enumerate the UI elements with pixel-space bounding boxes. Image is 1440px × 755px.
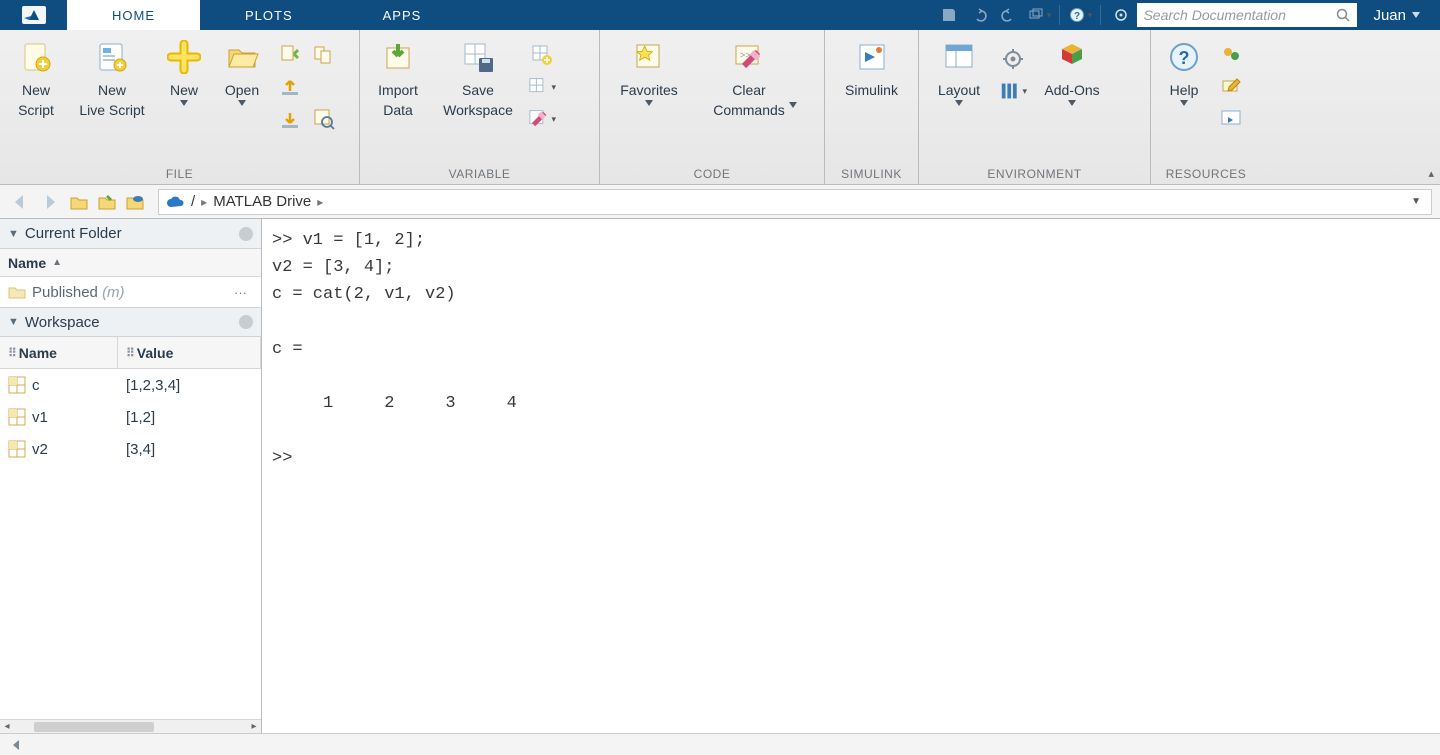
- cf-row-published[interactable]: Published (m) ···: [0, 277, 261, 307]
- find-files-icon[interactable]: [276, 42, 304, 68]
- target-icon[interactable]: [1107, 2, 1135, 28]
- switch-windows-icon[interactable]: ▾: [1025, 2, 1053, 28]
- title-bar: HOME PLOTS APPS ▾ ?▾ Juan: [0, 0, 1440, 30]
- tab-home[interactable]: HOME: [67, 0, 200, 30]
- ws-row[interactable]: v2 [3,4]: [0, 433, 261, 465]
- folder-icon: [8, 284, 26, 300]
- clear-workspace-icon[interactable]: ▾: [528, 106, 556, 132]
- current-folder-header[interactable]: ▼ Current Folder: [0, 219, 261, 249]
- search-icon: [1335, 7, 1351, 23]
- collapse-icon[interactable]: ▼: [8, 228, 19, 240]
- new-script-button[interactable]: New Script: [6, 40, 66, 121]
- matlab-app-icon: [0, 0, 67, 30]
- nav-cloud-folder-icon[interactable]: [124, 191, 146, 213]
- address-bar: / ▸ MATLAB Drive ▸ ▼: [0, 185, 1440, 219]
- ws-row[interactable]: v1 [1,2]: [0, 401, 261, 433]
- svg-text:?: ?: [1179, 48, 1190, 68]
- section-file-label: FILE: [6, 165, 353, 184]
- learn-icon[interactable]: [1217, 106, 1245, 132]
- current-folder-title: Current Folder: [25, 225, 233, 242]
- workspace-table: ⠿Name ⠿Value c [1,2,3,4] v1 [1,2] v2 [3,…: [0, 337, 261, 465]
- nav-back-icon[interactable]: [8, 190, 32, 214]
- toolstrip-collapse-icon[interactable]: ▴: [1428, 167, 1434, 180]
- open-variable-icon[interactable]: ▾: [528, 74, 556, 100]
- user-name: Juan: [1373, 7, 1406, 24]
- main-area: ▼ Current Folder Name ▲ Published (m) ··…: [0, 219, 1440, 733]
- toolstrip: New Script New Live Script New Open: [0, 30, 1440, 185]
- favorites-button[interactable]: Favorites: [606, 40, 692, 106]
- community-icon[interactable]: [1217, 42, 1245, 68]
- variable-icon: [8, 440, 26, 458]
- goto-start-icon[interactable]: [8, 738, 22, 752]
- nav-forward-icon[interactable]: [38, 190, 62, 214]
- workspace-title: Workspace: [25, 314, 233, 331]
- simulink-button[interactable]: Simulink: [833, 40, 911, 100]
- save-workspace-button[interactable]: Save Workspace: [434, 40, 522, 121]
- command-prompt: >>: [272, 449, 303, 468]
- undo-icon[interactable]: [965, 2, 993, 28]
- panel-menu-icon[interactable]: [239, 227, 253, 241]
- request-support-icon[interactable]: [1217, 74, 1245, 100]
- compare-icon[interactable]: [310, 42, 338, 68]
- section-res-label: RESOURCES: [1157, 165, 1255, 184]
- command-window[interactable]: >> v1 = [1, 2]; v2 = [3, 4]; c = cat(2, …: [262, 219, 1440, 733]
- help-button[interactable]: ? Help: [1157, 40, 1211, 106]
- redo-icon[interactable]: [995, 2, 1023, 28]
- help-qat-icon[interactable]: ?▾: [1066, 2, 1094, 28]
- ws-col-name[interactable]: Name: [19, 345, 57, 361]
- import-data-button[interactable]: Import Data: [366, 40, 430, 121]
- nav-up-folder-icon[interactable]: [68, 191, 90, 213]
- cf-columns[interactable]: Name ▲: [0, 249, 261, 277]
- search-docs-input[interactable]: [1143, 7, 1335, 23]
- breadcrumb-root[interactable]: /: [191, 193, 195, 210]
- cloud-icon: [165, 195, 185, 209]
- tab-home-label: HOME: [112, 8, 155, 23]
- parallel-icon[interactable]: ▾: [999, 78, 1027, 104]
- tab-plots-label: PLOTS: [245, 8, 293, 23]
- cf-col-name[interactable]: Name: [8, 255, 46, 271]
- tab-apps[interactable]: APPS: [338, 0, 467, 30]
- ws-col-value[interactable]: Value: [137, 345, 174, 361]
- layout-button[interactable]: Layout: [925, 40, 993, 106]
- addons-button[interactable]: Add-Ons: [1031, 40, 1113, 106]
- preferences-gear-icon[interactable]: [999, 46, 1027, 72]
- address-input[interactable]: / ▸ MATLAB Drive ▸ ▼: [158, 189, 1432, 215]
- panel-menu-icon[interactable]: [239, 315, 253, 329]
- workspace-header[interactable]: ▼ Workspace: [0, 307, 261, 337]
- status-bar: [0, 733, 1440, 755]
- ws-row[interactable]: c [1,2,3,4]: [0, 369, 261, 401]
- nav-browse-icon[interactable]: [96, 191, 118, 213]
- breadcrumb-drive[interactable]: MATLAB Drive: [213, 193, 311, 210]
- left-panes: ▼ Current Folder Name ▲ Published (m) ··…: [0, 219, 262, 733]
- save-qat-icon[interactable]: [935, 2, 963, 28]
- new-variable-icon[interactable]: [528, 42, 556, 68]
- svg-text:?: ?: [1074, 11, 1080, 22]
- row-overflow-icon[interactable]: ···: [234, 285, 253, 300]
- collapse-icon[interactable]: ▼: [8, 316, 19, 328]
- open-button[interactable]: Open: [214, 40, 270, 106]
- variable-icon: [8, 408, 26, 426]
- horizontal-scrollbar[interactable]: ◂▸: [0, 719, 261, 733]
- section-simulink-label: SIMULINK: [831, 165, 912, 184]
- download-icon[interactable]: [276, 106, 304, 132]
- section-env-label: ENVIRONMENT: [925, 165, 1144, 184]
- new-button[interactable]: New: [158, 40, 210, 106]
- upload-icon[interactable]: [276, 74, 304, 100]
- section-code-label: CODE: [606, 165, 818, 184]
- tab-plots[interactable]: PLOTS: [200, 0, 338, 30]
- preview-icon[interactable]: [310, 106, 338, 132]
- address-history-dropdown[interactable]: ▼: [1407, 192, 1425, 211]
- tab-apps-label: APPS: [383, 8, 422, 23]
- variable-icon: [8, 376, 26, 394]
- section-variable-label: VARIABLE: [366, 165, 593, 184]
- user-menu[interactable]: Juan: [1359, 7, 1434, 24]
- breadcrumb-sep2-icon[interactable]: ▸: [317, 195, 323, 209]
- search-docs-box[interactable]: [1137, 3, 1357, 27]
- sort-asc-icon: ▲: [52, 257, 62, 268]
- new-live-script-button[interactable]: New Live Script: [70, 40, 154, 121]
- breadcrumb-sep-icon[interactable]: ▸: [201, 195, 207, 209]
- clear-commands-button[interactable]: >> Clear Commands: [696, 40, 802, 127]
